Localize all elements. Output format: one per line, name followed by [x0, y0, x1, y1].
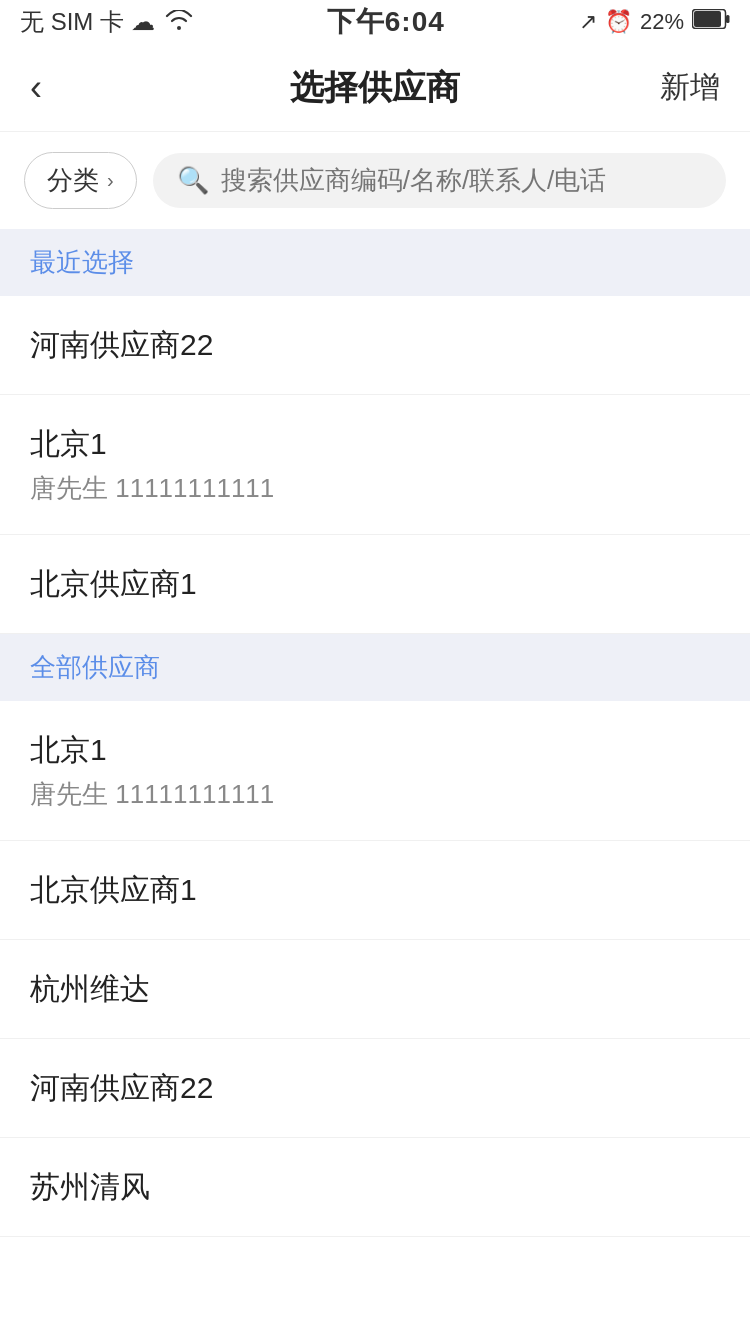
- navigation-bar: ‹ 选择供应商 新增: [0, 44, 750, 132]
- recent-items-list: 河南供应商22 北京1 唐先生 11111111111 北京供应商1: [0, 296, 750, 634]
- all-list-item[interactable]: 杭州维达: [0, 940, 750, 1039]
- page-title: 选择供应商: [290, 65, 460, 111]
- svg-rect-1: [694, 11, 721, 27]
- all-list-item[interactable]: 北京1 唐先生 11111111111: [0, 701, 750, 841]
- category-button[interactable]: 分类 ›: [24, 152, 137, 209]
- status-left: 无 SIM 卡 ☁: [20, 6, 193, 38]
- all-section-title: 全部供应商: [30, 652, 160, 682]
- item-name: 北京1: [30, 729, 720, 771]
- recent-list-item[interactable]: 河南供应商22: [0, 296, 750, 395]
- item-name: 苏州清风: [30, 1166, 720, 1208]
- sim-status: 无 SIM 卡 ☁: [20, 6, 155, 38]
- item-name: 北京供应商1: [30, 563, 720, 605]
- wifi-icon: [165, 8, 193, 36]
- item-name: 北京供应商1: [30, 869, 720, 911]
- item-name: 北京1: [30, 423, 720, 465]
- item-name: 河南供应商22: [30, 324, 720, 366]
- status-right: ↗ ⏰ 22%: [579, 9, 730, 35]
- recent-list-item[interactable]: 北京1 唐先生 11111111111: [0, 395, 750, 535]
- back-button[interactable]: ‹: [30, 67, 90, 109]
- all-list-item[interactable]: 北京供应商1: [0, 841, 750, 940]
- filter-bar: 分类 › 🔍: [0, 132, 750, 229]
- search-icon: 🔍: [177, 165, 209, 196]
- category-label: 分类: [47, 163, 99, 198]
- item-name: 河南供应商22: [30, 1067, 720, 1109]
- recent-section-header: 最近选择: [0, 229, 750, 296]
- search-input[interactable]: [221, 165, 702, 196]
- add-new-button[interactable]: 新增: [660, 67, 720, 108]
- item-name: 杭州维达: [30, 968, 720, 1010]
- all-list-item[interactable]: 河南供应商22: [0, 1039, 750, 1138]
- battery-icon: [692, 9, 730, 35]
- item-sub: 唐先生 11111111111: [30, 471, 720, 506]
- all-list-item[interactable]: 苏州清风: [0, 1138, 750, 1237]
- time-display: 下午6:04: [327, 3, 445, 41]
- all-items-list: 北京1 唐先生 11111111111 北京供应商1 杭州维达河南供应商22 苏州清风: [0, 701, 750, 1237]
- chevron-right-icon: ›: [107, 169, 114, 192]
- alarm-icon: ⏰: [605, 9, 632, 35]
- recent-list-item[interactable]: 北京供应商1: [0, 535, 750, 634]
- location-icon: ↗: [579, 9, 597, 35]
- item-sub: 唐先生 11111111111: [30, 777, 720, 812]
- battery-level: 22%: [640, 9, 684, 35]
- all-section-header: 全部供应商: [0, 634, 750, 701]
- status-bar: 无 SIM 卡 ☁ 下午6:04 ↗ ⏰ 22%: [0, 0, 750, 44]
- svg-rect-2: [726, 15, 730, 23]
- recent-section-title: 最近选择: [30, 247, 134, 277]
- search-bar[interactable]: 🔍: [153, 153, 726, 208]
